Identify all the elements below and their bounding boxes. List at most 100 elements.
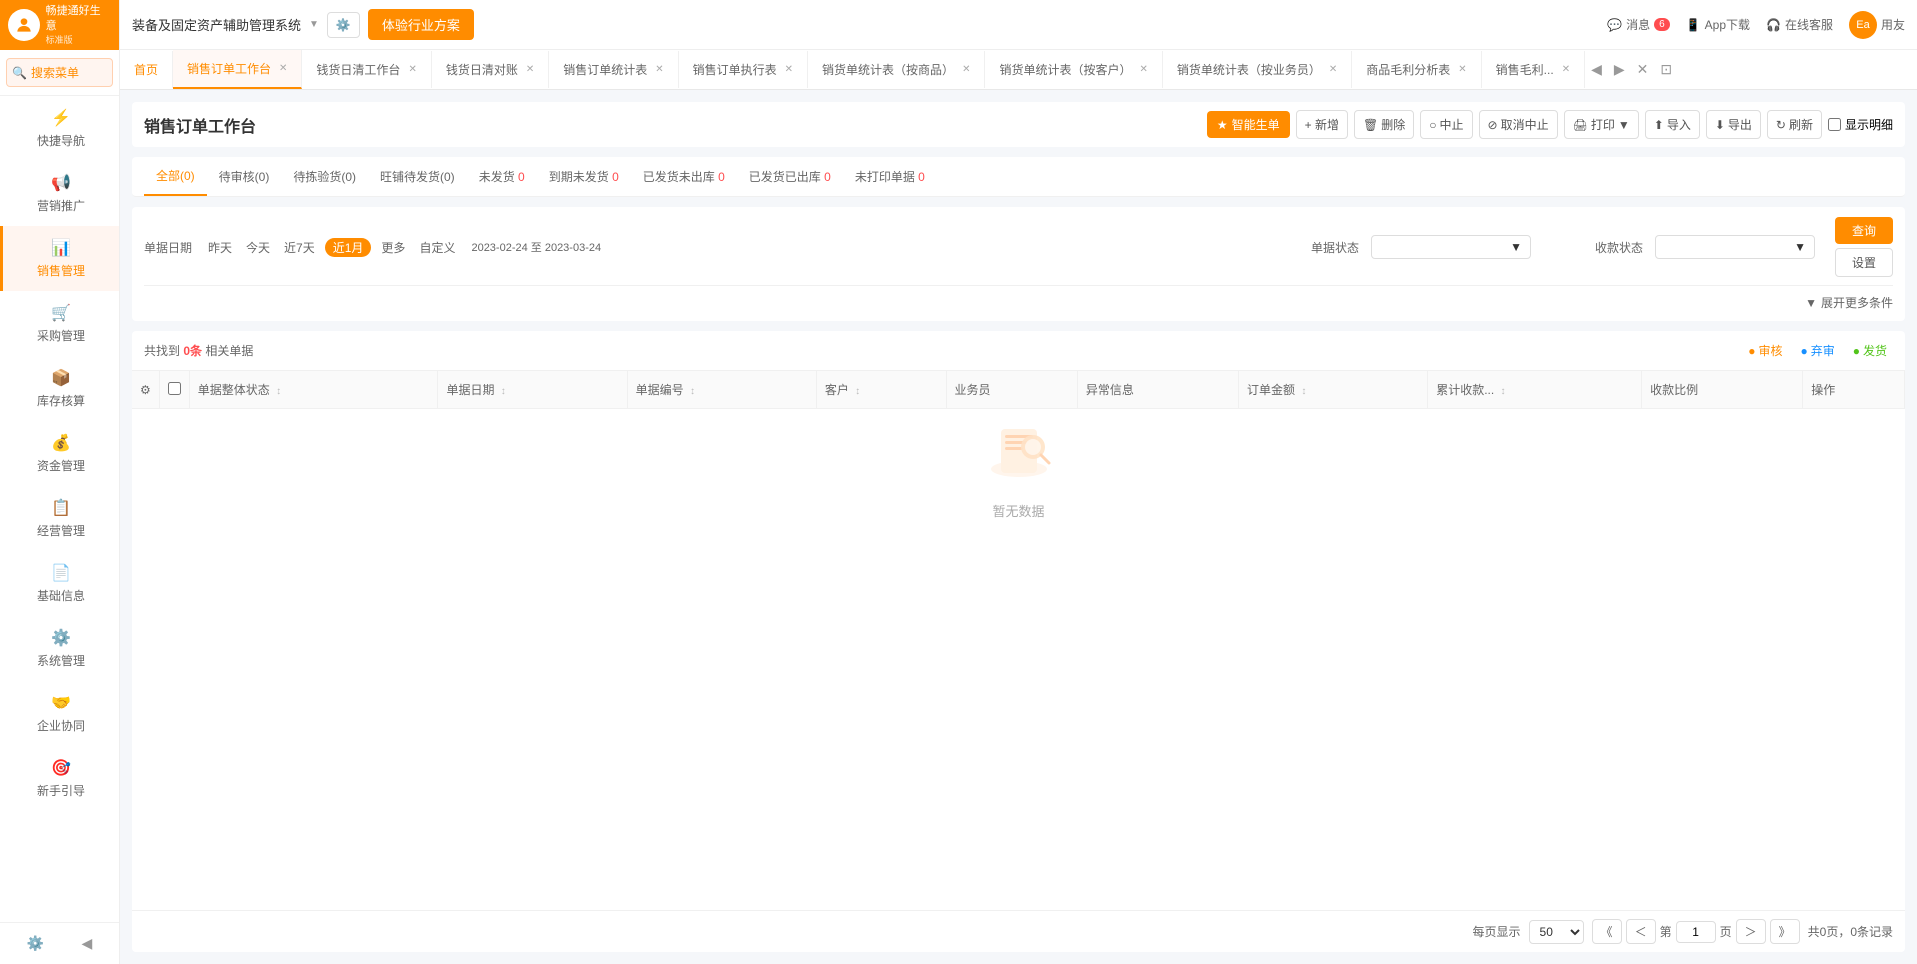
stop-button[interactable]: ○ 中止 <box>1420 110 1472 139</box>
filter-tab-not-shipped[interactable]: 未发货 0 <box>467 158 537 195</box>
settings-button[interactable]: ⚙️ <box>327 12 360 38</box>
tab-close-ship-stats-salesperson[interactable]: ✕ <box>1329 64 1337 75</box>
tab-home[interactable]: 首页 <box>120 51 173 88</box>
col-settings[interactable]: ⚙ <box>132 371 159 409</box>
show-detail-checkbox[interactable]: 显示明细 <box>1828 116 1893 133</box>
sidebar-item-purchase[interactable]: 🛒 采购管理 <box>0 291 119 356</box>
last-page-button[interactable]: 》 <box>1770 919 1800 944</box>
tab-close-ship-stats-customer[interactable]: ✕ <box>1139 64 1147 75</box>
tab-ship-stats-salesperson[interactable]: 销货单统计表（按业务员） ✕ <box>1163 51 1352 88</box>
next-page-button[interactable]: ＞ <box>1736 919 1766 944</box>
sidebar-item-enterprise[interactable]: 🤝 企业协同 <box>0 681 119 746</box>
tab-close-cash-daily[interactable]: ✕ <box>408 64 416 75</box>
tab-profit-analysis[interactable]: 商品毛利分析表 ✕ <box>1352 51 1481 88</box>
prev-page-button[interactable]: ＜ <box>1626 919 1656 944</box>
tab-prev-button[interactable]: ◀ <box>1585 53 1608 86</box>
date-more[interactable]: 更多 <box>377 237 409 258</box>
smart-order-button[interactable]: ★ 智能生单 <box>1207 111 1290 138</box>
sort-number-icon[interactable]: ↕ <box>690 386 695 397</box>
user-item[interactable]: Ea 用友 <box>1849 11 1905 39</box>
refresh-button[interactable]: ↻ 刷新 <box>1767 110 1822 139</box>
tab-close-ship-stats-product[interactable]: ✕ <box>962 64 970 75</box>
sidebar-item-newbie[interactable]: 🎯 新手引导 <box>0 746 119 811</box>
sidebar-item-finance[interactable]: 💰 资金管理 <box>0 421 119 486</box>
tab-close-profit-analysis[interactable]: ✕ <box>1458 64 1466 75</box>
sort-customer-icon[interactable]: ↕ <box>855 386 860 397</box>
filter-tab-overdue-ship[interactable]: 到期未发货 0 <box>537 158 631 195</box>
settings-bottom-button[interactable]: ⚙️ <box>23 931 48 956</box>
filter-tab-all[interactable]: 全部(0) <box>144 157 207 196</box>
tab-close-order-exec[interactable]: ✕ <box>785 64 793 75</box>
tab-sales-workbench[interactable]: 销售订单工作台 ✕ <box>173 50 302 89</box>
tab-close-reconcile[interactable]: ✕ <box>526 64 534 75</box>
unaudit-action-button[interactable]: ● 弃审 <box>1794 339 1840 362</box>
tab-ship-stats-product[interactable]: 销货单统计表（按商品） ✕ <box>808 51 985 88</box>
collapse-button[interactable]: ◀ <box>78 931 97 956</box>
date-yesterday[interactable]: 昨天 <box>204 237 236 258</box>
sidebar-item-basic-info[interactable]: 📄 基础信息 <box>0 551 119 616</box>
filter-tab-shipped-not-out[interactable]: 已发货未出库 0 <box>631 158 737 195</box>
page-actions: ★ 智能生单 + 新增 🗑 删除 ○ 中止 ⊘ 取消中止 <box>1207 110 1893 139</box>
select-all-checkbox[interactable] <box>168 382 181 395</box>
page-size-select[interactable]: 50 100 200 <box>1529 920 1584 944</box>
filter-tab-pending-audit[interactable]: 待审核(0) <box>207 158 282 195</box>
date-1month[interactable]: 近1月 <box>325 238 372 257</box>
tab-sales-profit[interactable]: 销售毛利... ✕ <box>1482 51 1585 88</box>
expand-more-btn[interactable]: ▼ 展开更多条件 <box>1805 294 1893 311</box>
query-button[interactable]: 查询 <box>1835 217 1893 244</box>
sidebar-item-inventory[interactable]: 📦 库存核算 <box>0 356 119 421</box>
filter-tab-not-printed[interactable]: 未打印单据 0 <box>843 158 937 195</box>
tab-next-button[interactable]: ▶ <box>1608 53 1631 86</box>
online-service-item[interactable]: 🎧 在线客服 <box>1766 16 1833 33</box>
sidebar-item-system[interactable]: ⚙️ 系统管理 <box>0 616 119 681</box>
search-menu-button[interactable]: 🔍 搜索菜单 <box>6 58 113 87</box>
sort-date-icon[interactable]: ↕ <box>501 386 506 397</box>
tab-close-all-button[interactable]: ✕ <box>1631 53 1655 86</box>
message-item[interactable]: 💬 消息 6 <box>1607 16 1670 33</box>
total-info: 共0页，0条记录 <box>1808 923 1893 940</box>
add-button[interactable]: + 新增 <box>1296 110 1348 139</box>
ship-action-button[interactable]: ● 发货 <box>1847 339 1893 362</box>
tab-close-sales-profit[interactable]: ✕ <box>1562 64 1570 75</box>
table-scroll-area[interactable]: ⚙ 单据整体状态 ↕ 单据日期 ↕ 单据编号 ↕ 客户 ↕ 业务员 异常信息 订… <box>132 371 1905 910</box>
print-button[interactable]: 🖨 打印 ▼ <box>1564 110 1639 139</box>
status-select[interactable]: ▼ <box>1371 235 1531 259</box>
settings-filter-button[interactable]: 设置 <box>1835 248 1893 277</box>
payment-select[interactable]: ▼ <box>1655 235 1815 259</box>
filter-tab-shipped-out[interactable]: 已发货已出库 0 <box>737 158 843 195</box>
sort-status-icon[interactable]: ↕ <box>276 386 281 397</box>
col-checkbox[interactable] <box>159 371 189 409</box>
cancel-stop-button[interactable]: ⊘ 取消中止 <box>1479 110 1558 139</box>
tab-cash-daily[interactable]: 钱货日清工作台 ✕ <box>302 51 431 88</box>
tab-order-stats[interactable]: 销售订单统计表 ✕ <box>549 51 678 88</box>
filter-tab-wangpu-ship[interactable]: 旺铺待发货(0) <box>368 158 467 195</box>
sort-amount-icon[interactable]: ↕ <box>1301 386 1306 397</box>
sidebar-item-marketing[interactable]: 📢 营销推广 <box>0 161 119 226</box>
date-custom[interactable]: 自定义 <box>415 237 459 258</box>
page-number-input[interactable] <box>1676 921 1716 943</box>
audit-action-button[interactable]: ● 审核 <box>1742 339 1788 362</box>
date-7days[interactable]: 近7天 <box>280 237 319 258</box>
sidebar-item-quick-nav[interactable]: ⚡ 快捷导航 <box>0 96 119 161</box>
tab-close-order-stats[interactable]: ✕ <box>655 64 663 75</box>
tab-ship-stats-customer[interactable]: 销货单统计表（按客户） ✕ <box>985 51 1162 88</box>
date-today[interactable]: 今天 <box>242 237 274 258</box>
industry-button[interactable]: 体验行业方案 <box>368 9 474 40</box>
tab-close-sales-workbench[interactable]: ✕ <box>279 63 287 74</box>
show-detail-input[interactable] <box>1828 118 1841 131</box>
sidebar-item-sales[interactable]: 📊 销售管理 <box>0 226 119 291</box>
delete-button[interactable]: 🗑 删除 <box>1354 110 1414 139</box>
export-button[interactable]: ⬇ 导出 <box>1706 110 1761 139</box>
app-download-item[interactable]: 📱 App下载 <box>1686 16 1750 33</box>
import-button[interactable]: ⬆ 导入 <box>1645 110 1700 139</box>
filter-tab-pending-inspect[interactable]: 待拣验货(0) <box>281 158 368 195</box>
tab-maximize-button[interactable]: ⊡ <box>1654 53 1678 86</box>
tab-order-exec[interactable]: 销售订单执行表 ✕ <box>679 51 808 88</box>
first-page-button[interactable]: 《 <box>1592 919 1622 944</box>
sidebar-search[interactable]: 🔍 搜索菜单 <box>0 50 119 96</box>
shipped-out-count: 0 <box>824 170 831 184</box>
tab-reconcile[interactable]: 钱货日清对账 ✕ <box>432 51 549 88</box>
system-dropdown-icon[interactable]: ▼ <box>309 19 319 30</box>
sort-collected-icon[interactable]: ↕ <box>1501 386 1506 397</box>
sidebar-item-operations[interactable]: 📋 经营管理 <box>0 486 119 551</box>
